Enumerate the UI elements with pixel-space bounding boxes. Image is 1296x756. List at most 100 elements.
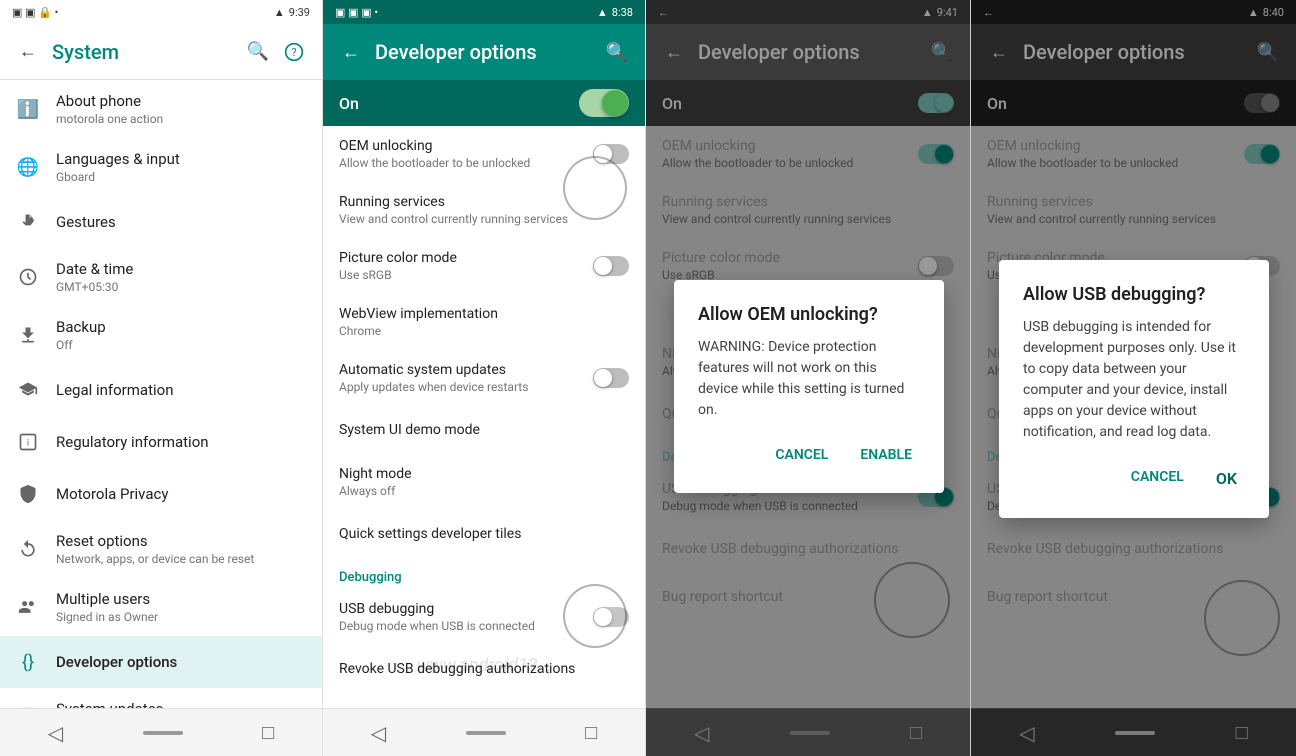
system-app-bar: ← System 🔍 ? bbox=[0, 24, 322, 80]
developer-icon: {} bbox=[16, 650, 40, 674]
gestures-title: Gestures bbox=[56, 213, 306, 231]
back-button[interactable]: ← bbox=[16, 40, 40, 64]
reset-subtitle: Network, apps, or device can be reset bbox=[56, 552, 306, 566]
quick-tiles-item[interactable]: Quick settings developer tiles bbox=[323, 510, 645, 558]
users-subtitle: Signed in as Owner bbox=[56, 610, 306, 624]
datetime-title: Date & time bbox=[56, 260, 306, 278]
auto-updates-toggle[interactable] bbox=[593, 368, 629, 388]
regulatory-icon: i bbox=[16, 430, 40, 454]
bottom-nav-panel1: ◁ □ bbox=[0, 708, 322, 756]
ui-demo-item[interactable]: System UI demo mode bbox=[323, 406, 645, 454]
home-indicator2[interactable] bbox=[466, 731, 506, 735]
notification-icons: ▣ ▣ 🔒 • bbox=[12, 6, 58, 19]
debugging-label: Debugging bbox=[323, 558, 645, 589]
revoke-usb-title: Revoke USB debugging authorizations bbox=[339, 661, 629, 677]
oem-enable-button[interactable]: Enable bbox=[852, 441, 920, 469]
backup-icon bbox=[16, 323, 40, 347]
gestures-item[interactable]: Gestures bbox=[0, 196, 322, 248]
system-list: ℹ️ About phone motorola one action 🌐 Lan… bbox=[0, 80, 322, 708]
status-right2: ▲ 8:38 bbox=[597, 6, 633, 19]
legal-item[interactable]: Legal information bbox=[0, 364, 322, 416]
recents-nav-button[interactable]: □ bbox=[246, 712, 290, 753]
recents-btn2[interactable]: □ bbox=[569, 712, 613, 753]
running-services-item[interactable]: Running services View and control curren… bbox=[323, 182, 645, 238]
oem-toggle[interactable] bbox=[593, 144, 629, 164]
home-nav-indicator[interactable] bbox=[143, 731, 183, 735]
system-settings-panel: ▣ ▣ 🔒 • ▲ 9:39 ← System 🔍 ? ℹ️ About pho… bbox=[0, 0, 323, 756]
auto-updates-subtitle: Apply updates when device restarts bbox=[339, 380, 593, 394]
status-bar-panel2: ▣ ▣ ▣ • ▲ 8:38 bbox=[323, 0, 645, 24]
picture-toggle[interactable] bbox=[593, 256, 629, 276]
backup-item[interactable]: Backup Off bbox=[0, 306, 322, 364]
about-icon: ℹ️ bbox=[16, 97, 40, 121]
motorola-privacy-item[interactable]: Motorola Privacy bbox=[0, 468, 322, 520]
oem-dialog-title: Allow OEM unlocking? bbox=[698, 304, 920, 325]
oem-cancel-button[interactable]: Cancel bbox=[767, 441, 836, 469]
oem-dialog: Allow OEM unlocking? WARNING: Device pro… bbox=[674, 280, 944, 493]
users-icon bbox=[16, 595, 40, 619]
reset-icon bbox=[16, 537, 40, 561]
oem-subtitle: Allow the bootloader to be unlocked bbox=[339, 156, 593, 170]
languages-subtitle: Gboard bbox=[56, 170, 306, 184]
svg-text:?: ? bbox=[291, 46, 296, 59]
night-mode-item[interactable]: Night mode Always off bbox=[323, 454, 645, 510]
back-nav-btn2[interactable]: ◁ bbox=[355, 713, 402, 753]
ui-demo-title: System UI demo mode bbox=[339, 422, 629, 438]
back-button2[interactable]: ← bbox=[339, 40, 363, 64]
picture-color-item[interactable]: Picture color mode Use sRGB bbox=[323, 238, 645, 294]
main-toggle[interactable] bbox=[579, 89, 629, 117]
legal-title: Legal information bbox=[56, 381, 306, 399]
revoke-usb-item[interactable]: Revoke USB debugging authorizations bbox=[323, 645, 645, 693]
usb-debug-title: USB debugging bbox=[339, 601, 593, 617]
dev-options-list: OEM unlocking Allow the bootloader to be… bbox=[323, 126, 645, 708]
about-phone-item[interactable]: ℹ️ About phone motorola one action bbox=[0, 80, 322, 138]
time-display2: 8:38 bbox=[612, 6, 633, 19]
users-title: Multiple users bbox=[56, 590, 306, 608]
regulatory-item[interactable]: i Regulatory information bbox=[0, 416, 322, 468]
reset-item[interactable]: Reset options Network, apps, or device c… bbox=[0, 520, 322, 578]
privacy-icon bbox=[16, 482, 40, 506]
webview-item[interactable]: WebView implementation Chrome bbox=[323, 294, 645, 350]
night-mode-subtitle: Always off bbox=[339, 484, 629, 498]
auto-updates-item[interactable]: Automatic system updates Apply updates w… bbox=[323, 350, 645, 406]
languages-item[interactable]: 🌐 Languages & input Gboard bbox=[0, 138, 322, 196]
notification-icons2: ▣ ▣ ▣ • bbox=[335, 6, 378, 19]
oem-dialog-panel: ← ▲ 9:41 ← Developer options 🔍 On OEM un… bbox=[646, 0, 971, 756]
webview-title: WebView implementation bbox=[339, 306, 629, 322]
quick-tiles-title: Quick settings developer tiles bbox=[339, 526, 629, 542]
backup-subtitle: Off bbox=[56, 338, 306, 352]
help-button[interactable]: ? bbox=[282, 40, 306, 64]
bug-report-item[interactable]: Bug report shortcut bbox=[323, 693, 645, 708]
languages-icon: 🌐 bbox=[16, 155, 40, 179]
datetime-icon bbox=[16, 265, 40, 289]
back-nav-button[interactable]: ◁ bbox=[32, 713, 79, 753]
usb-dialog-body: USB debugging is intended for developmen… bbox=[1023, 317, 1245, 443]
gestures-icon bbox=[16, 210, 40, 234]
wifi-icon2: ▲ bbox=[597, 6, 608, 19]
on-header: On bbox=[323, 80, 645, 126]
oem-dialog-actions: Cancel Enable bbox=[698, 441, 920, 469]
usb-cancel-button[interactable]: Cancel bbox=[1123, 463, 1192, 494]
system-updates-item[interactable]: System updates Updated to Android 9 bbox=[0, 688, 322, 708]
users-item[interactable]: Multiple users Signed in as Owner bbox=[0, 578, 322, 636]
usb-debug-item[interactable]: USB debugging Debug mode when USB is con… bbox=[323, 589, 645, 645]
status-bar-panel1: ▣ ▣ 🔒 • ▲ 9:39 bbox=[0, 0, 322, 24]
status-icons-right: ▲ 9:39 bbox=[274, 6, 310, 19]
backup-title: Backup bbox=[56, 318, 306, 336]
usb-ok-button[interactable]: OK bbox=[1208, 463, 1245, 494]
languages-title: Languages & input bbox=[56, 150, 306, 168]
developer-title: Developer options bbox=[56, 653, 306, 671]
search-button[interactable]: 🔍 bbox=[246, 40, 270, 64]
developer-options-panel: ▣ ▣ ▣ • ▲ 8:38 ← Developer options 🔍 On … bbox=[323, 0, 646, 756]
usb-debug-subtitle: Debug mode when USB is connected bbox=[339, 619, 593, 633]
night-mode-title: Night mode bbox=[339, 466, 629, 482]
status-icons-left2: ▣ ▣ ▣ • bbox=[335, 6, 378, 19]
datetime-item[interactable]: Date & time GMT+05:30 bbox=[0, 248, 322, 306]
usb-debug-toggle[interactable] bbox=[593, 607, 629, 627]
motorola-privacy-title: Motorola Privacy bbox=[56, 485, 306, 503]
search-button2[interactable]: 🔍 bbox=[605, 40, 629, 64]
reset-title: Reset options bbox=[56, 532, 306, 550]
developer-options-item[interactable]: {} Developer options bbox=[0, 636, 322, 688]
oem-unlocking-item[interactable]: OEM unlocking Allow the bootloader to be… bbox=[323, 126, 645, 182]
picture-title: Picture color mode bbox=[339, 250, 593, 266]
